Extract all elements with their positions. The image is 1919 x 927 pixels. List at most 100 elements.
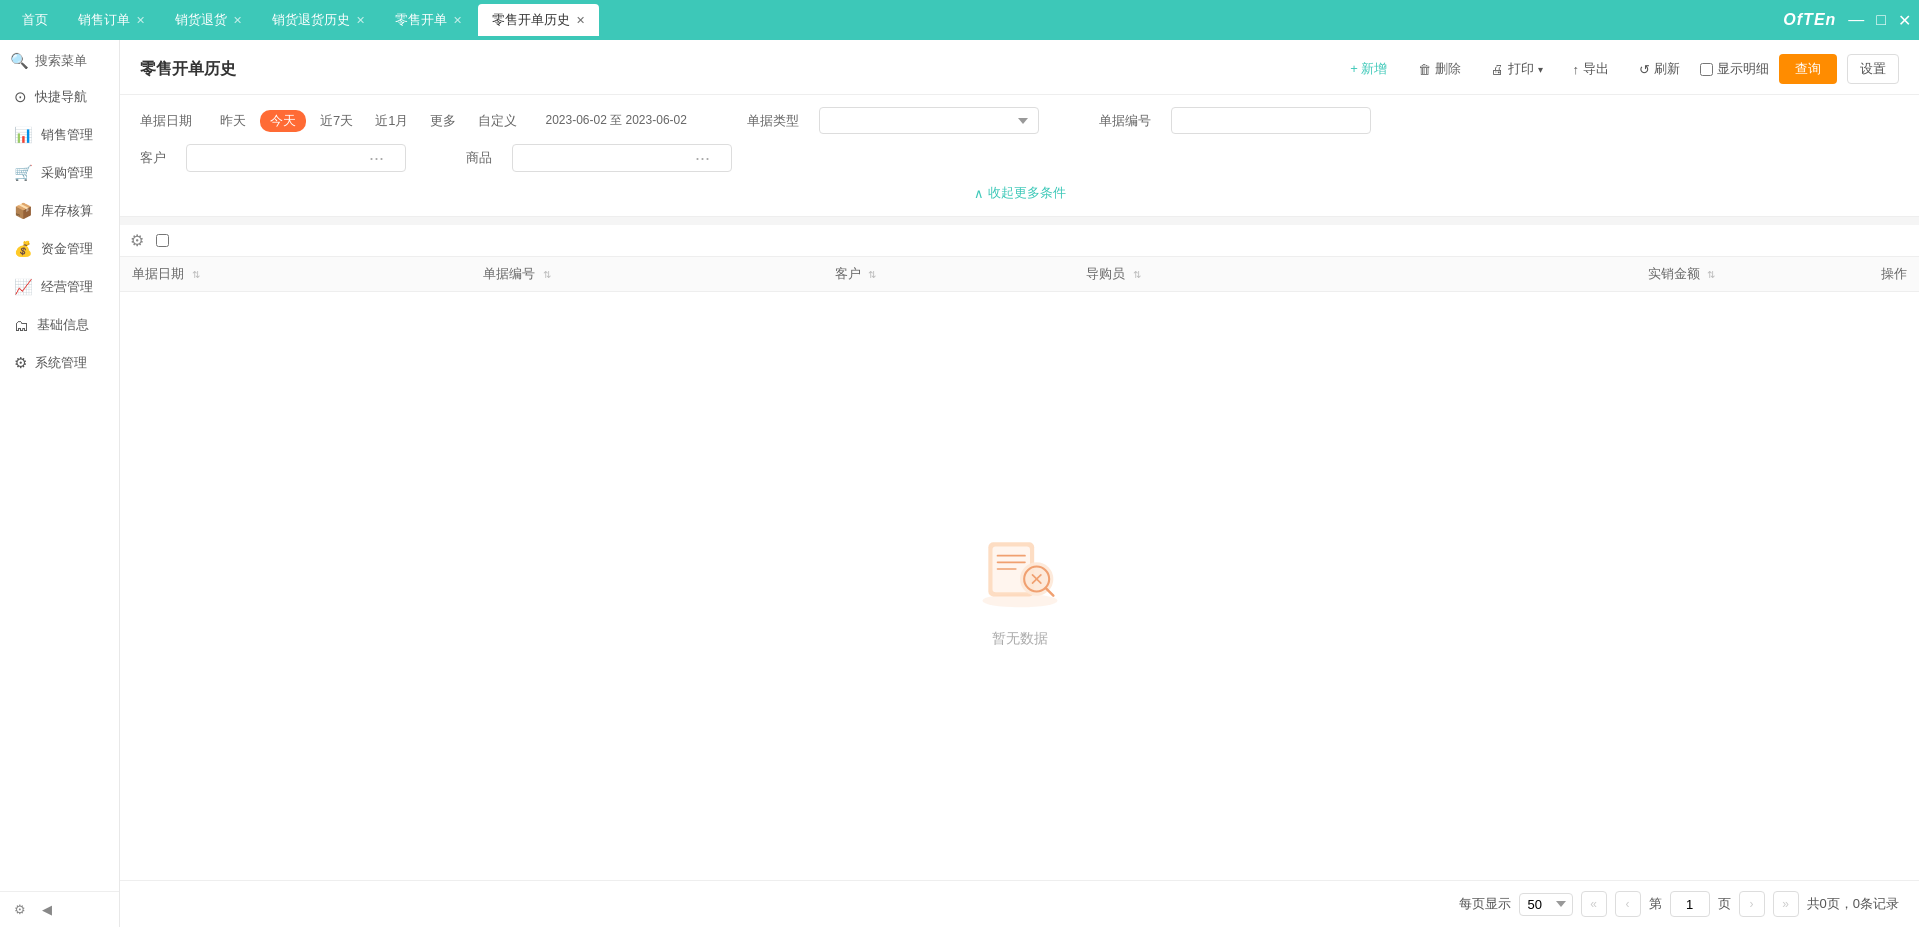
tab-sales-return-close[interactable]: ✕ — [233, 14, 242, 27]
sales-mgmt-icon: 📊 — [14, 126, 33, 144]
col-number-sort-icon: ⇅ — [543, 269, 551, 280]
date-btn-yesterday[interactable]: 昨天 — [212, 110, 254, 132]
table-toolbar: ⚙ — [120, 225, 1919, 257]
doc-type-select[interactable] — [819, 107, 1039, 134]
refresh-icon: ↺ — [1639, 62, 1650, 77]
tab-retail-open-history-label: 零售开单历史 — [492, 11, 570, 29]
settings-bottom-icon[interactable]: ⚙ — [14, 902, 26, 917]
sidebar-item-operations[interactable]: 📈 经营管理 — [0, 268, 119, 306]
filter-area: 单据日期 昨天 今天 近7天 近1月 更多 自定义 2023-06-02 至 2… — [120, 95, 1919, 217]
col-date-label: 单据日期 — [132, 266, 184, 281]
refresh-label: 刷新 — [1654, 60, 1680, 78]
col-action-label: 操作 — [1881, 266, 1907, 281]
customer-dots[interactable]: ··· — [369, 149, 384, 167]
page-title: 零售开单历史 — [140, 59, 236, 80]
doc-number-input[interactable] — [1171, 107, 1371, 134]
col-amount[interactable]: 实销金额 ⇅ — [1376, 257, 1727, 292]
maximize-icon[interactable]: □ — [1876, 11, 1886, 29]
refresh-button[interactable]: ↺ 刷新 — [1629, 55, 1690, 83]
sidebar-item-inventory-label: 库存核算 — [41, 202, 93, 220]
last-page-button[interactable]: » — [1773, 891, 1799, 917]
sidebar-search-label: 搜索菜单 — [35, 52, 87, 70]
date-btn-custom[interactable]: 自定义 — [470, 110, 525, 132]
sidebar-item-purchase-mgmt[interactable]: 🛒 采购管理 — [0, 154, 119, 192]
minimize-icon[interactable]: — — [1848, 11, 1864, 29]
collapse-row: ∧ 收起更多条件 — [140, 182, 1899, 204]
date-btn-1month[interactable]: 近1月 — [367, 110, 416, 132]
sidebar-item-inventory[interactable]: 📦 库存核算 — [0, 192, 119, 230]
tab-sales-return-history-label: 销货退货历史 — [272, 11, 350, 29]
brand-logo: OfTEn — [1783, 11, 1836, 29]
col-date[interactable]: 单据日期 ⇅ — [120, 257, 471, 292]
collapse-button[interactable]: ∧ 收起更多条件 — [964, 182, 1076, 204]
top-right-controls: OfTEn — □ ✕ — [1783, 11, 1911, 30]
export-button[interactable]: ↑ 导出 — [1563, 55, 1620, 83]
sidebar-item-base-info[interactable]: 🗂 基础信息 — [0, 306, 119, 344]
table-settings-icon[interactable]: ⚙ — [130, 231, 144, 250]
first-page-button[interactable]: « — [1581, 891, 1607, 917]
product-input[interactable] — [523, 151, 691, 166]
page-number-input[interactable] — [1670, 891, 1710, 917]
col-customer[interactable]: 客户 ⇅ — [823, 257, 1075, 292]
customer-input[interactable] — [197, 151, 365, 166]
tab-sales-order[interactable]: 销售订单 ✕ — [64, 4, 159, 36]
tab-sales-return-history[interactable]: 销货退货历史 ✕ — [258, 4, 379, 36]
search-icon: 🔍 — [10, 52, 29, 70]
tab-home[interactable]: 首页 — [8, 4, 62, 36]
date-btn-7days[interactable]: 近7天 — [312, 110, 361, 132]
doc-type-label: 单据类型 — [747, 112, 799, 130]
print-button[interactable]: 🖨 打印 ▾ — [1481, 55, 1553, 83]
col-salesperson[interactable]: 导购员 ⇅ — [1074, 257, 1376, 292]
sidebar-item-system[interactable]: ⚙ 系统管理 — [0, 344, 119, 382]
per-page-select[interactable]: 50 10 20 100 — [1519, 893, 1573, 916]
show-detail-input[interactable] — [1700, 63, 1713, 76]
top-nav-bar: 首页 销售订单 ✕ 销货退货 ✕ 销货退货历史 ✕ 零售开单 ✕ 零售开单历史 … — [0, 0, 1919, 40]
date-range-display: 2023-06-02 至 2023-06-02 — [545, 112, 686, 129]
sidebar-bottom: ⚙ ◀ — [0, 891, 119, 927]
export-label: 导出 — [1583, 60, 1609, 78]
quick-nav-icon: ⊙ — [14, 88, 27, 106]
date-btn-today[interactable]: 今天 — [260, 110, 306, 132]
tab-sales-return-label: 销货退货 — [175, 11, 227, 29]
tab-retail-open-history[interactable]: 零售开单历史 ✕ — [478, 4, 599, 36]
show-detail-label: 显示明细 — [1717, 60, 1769, 78]
delete-button[interactable]: 🗑 删除 — [1408, 55, 1471, 83]
finance-icon: 💰 — [14, 240, 33, 258]
tab-retail-open-history-close[interactable]: ✕ — [576, 14, 585, 27]
prev-page-button[interactable]: ‹ — [1615, 891, 1641, 917]
sidebar-search[interactable]: 🔍 搜索菜单 — [0, 40, 119, 78]
sidebar-item-quick-nav[interactable]: ⊙ 快捷导航 — [0, 78, 119, 116]
next-page-button[interactable]: › — [1739, 891, 1765, 917]
product-filter-label: 商品 — [466, 149, 492, 167]
add-button[interactable]: + 新增 — [1340, 55, 1397, 83]
col-number[interactable]: 单据编号 ⇅ — [471, 257, 822, 292]
query-button[interactable]: 查询 — [1779, 54, 1837, 84]
tab-sales-return[interactable]: 销货退货 ✕ — [161, 4, 256, 36]
col-customer-label: 客户 — [835, 266, 861, 281]
tab-retail-open[interactable]: 零售开单 ✕ — [381, 4, 476, 36]
col-amount-sort-icon: ⇅ — [1707, 269, 1715, 280]
tab-sales-order-close[interactable]: ✕ — [136, 14, 145, 27]
select-all-checkbox[interactable] — [156, 234, 169, 247]
tab-retail-open-close[interactable]: ✕ — [453, 14, 462, 27]
date-btn-more[interactable]: 更多 — [422, 110, 464, 132]
close-icon[interactable]: ✕ — [1898, 11, 1911, 30]
date-filters: 昨天 今天 近7天 近1月 更多 自定义 — [212, 110, 525, 132]
col-salesperson-sort-icon: ⇅ — [1133, 269, 1141, 280]
main-layout: 🔍 搜索菜单 ⊙ 快捷导航 📊 销售管理 🛒 采购管理 📦 库存核算 💰 资金管… — [0, 40, 1919, 927]
print-icon: 🖨 — [1491, 62, 1504, 77]
product-dots[interactable]: ··· — [695, 149, 710, 167]
customer-input-container[interactable]: ··· — [186, 144, 406, 172]
product-input-container[interactable]: ··· — [512, 144, 732, 172]
sidebar-item-finance[interactable]: 💰 资金管理 — [0, 230, 119, 268]
customer-filter-label: 客户 — [140, 149, 166, 167]
data-table: 单据日期 ⇅ 单据编号 ⇅ 客户 ⇅ 导购员 ⇅ — [120, 257, 1919, 292]
col-action: 操作 — [1727, 257, 1919, 292]
tab-sales-return-history-close[interactable]: ✕ — [356, 14, 365, 27]
show-detail-checkbox[interactable]: 显示明细 — [1700, 60, 1769, 78]
settings-button[interactable]: 设置 — [1847, 54, 1899, 84]
collapse-sidebar-icon[interactable]: ◀ — [42, 902, 52, 917]
collapse-label: 收起更多条件 — [988, 184, 1066, 202]
sidebar-item-base-info-label: 基础信息 — [37, 316, 89, 334]
sidebar-item-sales-mgmt[interactable]: 📊 销售管理 — [0, 116, 119, 154]
